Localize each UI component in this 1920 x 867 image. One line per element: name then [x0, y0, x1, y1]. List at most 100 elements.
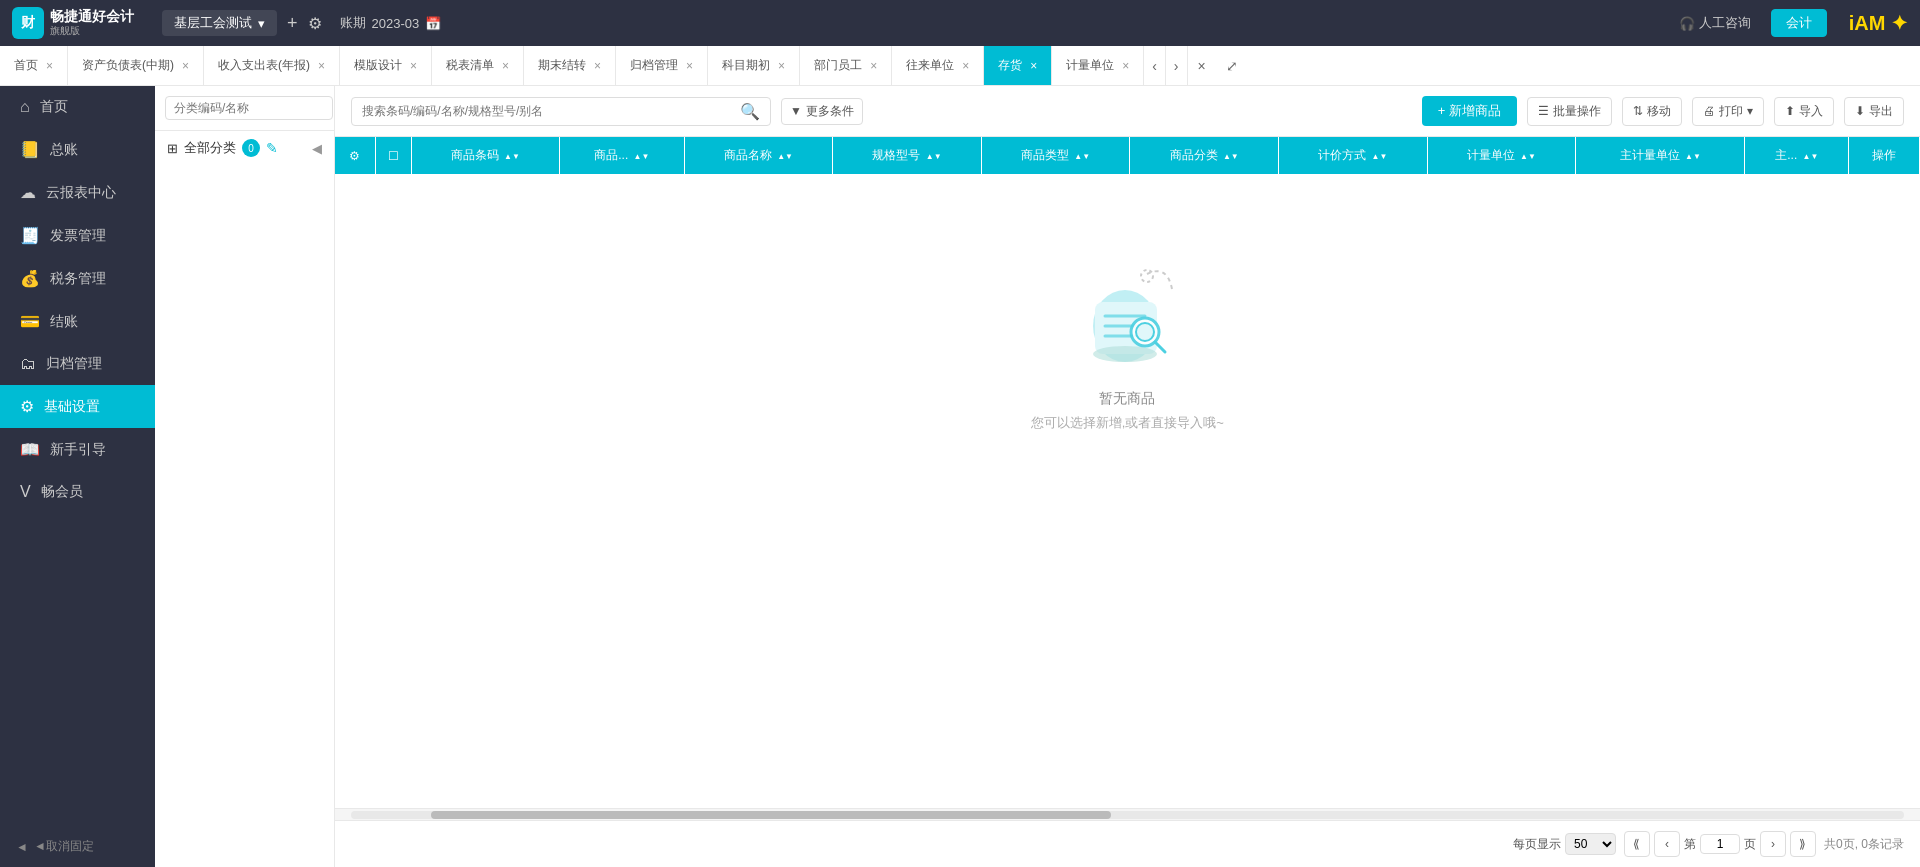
content-inner: 🔍 ⊞ 全部分类 0 ✎ ◀ 🔍 ▼ 更多条件: [155, 86, 1920, 867]
sidebar-item-invoice[interactable]: 🧾 发票管理: [0, 214, 155, 257]
tab-income-report-close[interactable]: ×: [318, 59, 325, 73]
sort-product-name[interactable]: ▲▼: [777, 152, 793, 161]
page-number-input[interactable]: [1700, 834, 1740, 854]
sidebar-item-archive[interactable]: 🗂 归档管理: [0, 343, 155, 385]
add-product-button[interactable]: + 新增商品: [1422, 96, 1517, 126]
sidebar-label-ledger: 总账: [50, 141, 78, 159]
export-button[interactable]: ⬇ 导出: [1844, 97, 1904, 126]
col-actions: 操作: [1849, 137, 1920, 174]
col-settings[interactable]: ⚙: [335, 137, 375, 174]
sort-product-code[interactable]: ▲▼: [634, 152, 650, 161]
tab-prev-button[interactable]: ‹: [1144, 46, 1166, 85]
tab-dept-staff-close[interactable]: ×: [870, 59, 877, 73]
category-edit-icon[interactable]: ✎: [266, 140, 278, 156]
tab-counterpart[interactable]: 往来单位 ×: [892, 46, 984, 85]
tab-archive[interactable]: 归档管理 ×: [616, 46, 708, 85]
category-collapse-icon[interactable]: ◀: [312, 141, 322, 156]
col-checkbox[interactable]: ☐: [375, 137, 411, 174]
all-categories-grid-icon: ⊞: [167, 141, 178, 156]
col-type: 商品类型 ▲▼: [981, 137, 1130, 174]
product-search-input[interactable]: [362, 104, 734, 118]
tab-archive-close[interactable]: ×: [686, 59, 693, 73]
scroll-thumb[interactable]: [431, 811, 1111, 819]
sort-price-method[interactable]: ▲▼: [1372, 152, 1388, 161]
last-page-button[interactable]: ⟫: [1790, 831, 1816, 857]
tab-archive-label: 归档管理: [630, 57, 678, 74]
account-button[interactable]: 会计: [1771, 9, 1827, 37]
tab-balance-sheet[interactable]: 资产负债表(中期) ×: [68, 46, 204, 85]
per-page-label: 每页显示: [1513, 836, 1561, 853]
prev-page-button[interactable]: ‹: [1654, 831, 1680, 857]
tab-counterpart-close[interactable]: ×: [962, 59, 969, 73]
next-page-button[interactable]: ›: [1760, 831, 1786, 857]
sidebar-item-closing[interactable]: 💳 结账: [0, 300, 155, 343]
tab-tax-table-close[interactable]: ×: [502, 59, 509, 73]
company-selector[interactable]: 基层工会测试 ▾: [162, 10, 277, 36]
tab-inventory-label: 存货: [998, 57, 1022, 74]
app-logo-icon: 财: [12, 7, 44, 39]
sidebar-unpin-button[interactable]: ◄ ◄取消固定: [0, 826, 155, 867]
tab-period-carry[interactable]: 期末结转 ×: [524, 46, 616, 85]
tab-subject-init[interactable]: 科目期初 ×: [708, 46, 800, 85]
total-records-label: 共0页, 0条记录: [1824, 836, 1904, 853]
headset-icon: 🎧: [1679, 16, 1695, 31]
import-button[interactable]: ⬆ 导入: [1774, 97, 1834, 126]
all-categories-header[interactable]: ⊞ 全部分类 0 ✎ ◀: [155, 131, 334, 165]
calendar-icon[interactable]: 📅: [425, 16, 441, 31]
tab-expand-button[interactable]: ⤢: [1216, 46, 1248, 85]
sidebar-label-cloud-reports: 云报表中心: [46, 184, 116, 202]
sort-main-extra[interactable]: ▲▼: [1803, 152, 1819, 161]
sidebar-item-basic-settings[interactable]: ⚙ 基础设置: [0, 385, 155, 428]
horizontal-scrollbar[interactable]: [335, 808, 1920, 820]
product-search-icon[interactable]: 🔍: [740, 102, 760, 121]
sort-type[interactable]: ▲▼: [1074, 152, 1090, 161]
sidebar-item-guide[interactable]: 📖 新手引导: [0, 428, 155, 471]
table-container: ⚙ ☐ 商品条码 ▲▼ 商品... ▲▼ 商品名称: [335, 137, 1920, 808]
tab-close-all-button[interactable]: ×: [1188, 46, 1216, 85]
tab-tax-table[interactable]: 税表清单 ×: [432, 46, 524, 85]
sort-spec[interactable]: ▲▼: [926, 152, 942, 161]
tab-bar: 首页 × 资产负债表(中期) × 收入支出表(年报) × 模版设计 × 税表清单…: [0, 46, 1920, 86]
tab-subject-init-label: 科目期初: [722, 57, 770, 74]
tab-inventory[interactable]: 存货 ×: [984, 46, 1052, 85]
tab-template-design[interactable]: 模版设计 ×: [340, 46, 432, 85]
tab-subject-init-close[interactable]: ×: [778, 59, 785, 73]
tab-dept-staff[interactable]: 部门员工 ×: [800, 46, 892, 85]
tab-unit-label: 计量单位: [1066, 57, 1114, 74]
settings-icon[interactable]: ⚙: [308, 14, 322, 33]
batch-action-button[interactable]: ☰ 批量操作: [1527, 97, 1612, 126]
print-button[interactable]: 🖨 打印 ▾: [1692, 97, 1764, 126]
tab-home[interactable]: 首页 ×: [0, 46, 68, 85]
tab-unit[interactable]: 计量单位 ×: [1052, 46, 1144, 85]
sort-unit[interactable]: ▲▼: [1520, 152, 1536, 161]
add-tab-button[interactable]: +: [287, 13, 298, 34]
sidebar-item-home[interactable]: ⌂ 首页: [0, 86, 155, 128]
tab-period-carry-close[interactable]: ×: [594, 59, 601, 73]
sidebar-item-tax[interactable]: 💰 税务管理: [0, 257, 155, 300]
per-page-select[interactable]: 50 100 200: [1565, 833, 1616, 855]
tab-unit-close[interactable]: ×: [1122, 59, 1129, 73]
sort-barcode[interactable]: ▲▼: [504, 152, 520, 161]
tab-tax-table-label: 税表清单: [446, 57, 494, 74]
sort-category[interactable]: ▲▼: [1223, 152, 1239, 161]
top-actions: 🎧 人工咨询 会计 iAM ✦: [1671, 9, 1908, 37]
tab-template-design-close[interactable]: ×: [410, 59, 417, 73]
app-logo-text: 畅捷通好会计 旗舰版: [50, 8, 134, 39]
home-icon: ⌂: [20, 98, 30, 116]
first-page-button[interactable]: ⟪: [1624, 831, 1650, 857]
tab-income-report[interactable]: 收入支出表(年报) ×: [204, 46, 340, 85]
empty-title: 暂无商品: [1099, 390, 1155, 408]
tab-next-button[interactable]: ›: [1166, 46, 1188, 85]
sidebar-item-cloud-reports[interactable]: ☁ 云报表中心: [0, 171, 155, 214]
sort-main-unit[interactable]: ▲▼: [1685, 152, 1701, 161]
tab-home-close[interactable]: ×: [46, 59, 53, 73]
category-search-input[interactable]: [165, 96, 333, 120]
tab-balance-sheet-close[interactable]: ×: [182, 59, 189, 73]
sidebar-item-member[interactable]: V 畅会员: [0, 471, 155, 513]
move-button[interactable]: ⇅ 移动: [1622, 97, 1682, 126]
page-suffix-label: 页: [1744, 836, 1756, 853]
help-button[interactable]: 🎧 人工咨询: [1671, 10, 1759, 36]
tab-inventory-close[interactable]: ×: [1030, 59, 1037, 73]
sidebar-item-ledger[interactable]: 📒 总账: [0, 128, 155, 171]
more-filter-button[interactable]: ▼ 更多条件: [781, 98, 863, 125]
